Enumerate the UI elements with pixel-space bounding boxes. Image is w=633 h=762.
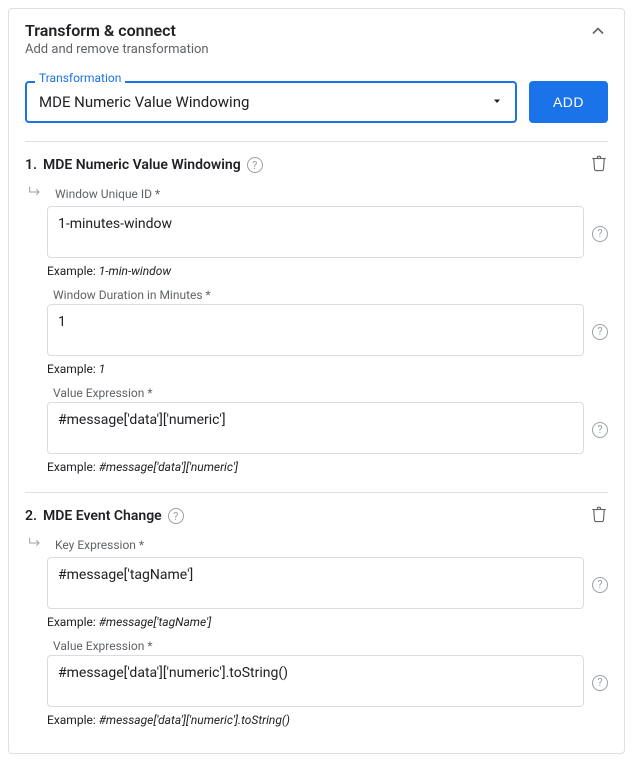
- field-group: #message['tagName']? Example: #message['t…: [47, 557, 608, 629]
- field-input[interactable]: #message['tagName']: [47, 557, 584, 609]
- example-value: #message['tagName']: [99, 615, 211, 629]
- sub-arrow-icon: [27, 184, 43, 204]
- section-number: 1.: [25, 157, 37, 173]
- example-label: Example:: [47, 362, 96, 376]
- section-help-icon[interactable]: ?: [247, 157, 263, 173]
- section-title: MDE Numeric Value Windowing: [43, 157, 241, 173]
- field-label: Key Expression *: [49, 538, 144, 552]
- section-title-wrap: 2. MDE Event Change?: [25, 508, 184, 524]
- trash-icon: [590, 508, 608, 527]
- section-title: MDE Event Change: [43, 508, 162, 524]
- field-label: Window Unique ID *: [49, 187, 160, 201]
- card-subtitle: Add and remove transformation: [25, 42, 209, 57]
- input-row: 1-minutes-window?: [47, 206, 608, 258]
- delete-button[interactable]: [590, 154, 608, 176]
- chevron-down-icon: [491, 93, 503, 111]
- section-title-wrap: 1. MDE Numeric Value Windowing?: [25, 157, 263, 173]
- section-number: 2.: [25, 508, 37, 524]
- header-text-group: Transform & connect Add and remove trans…: [25, 21, 209, 57]
- field-label: Value Expression *: [47, 386, 608, 400]
- field-input[interactable]: #message['data']['numeric'].toString(): [47, 655, 584, 707]
- transformation-select-wrap: Transformation MDE Numeric Value Windowi…: [25, 81, 517, 123]
- transform-connect-card: Transform & connect Add and remove trans…: [8, 8, 625, 754]
- example-value: 1: [99, 362, 106, 376]
- example-value: #message['data']['numeric'].toString(): [99, 713, 290, 727]
- field-example: Example: #message['data']['numeric']: [47, 460, 608, 474]
- field-help-icon[interactable]: ?: [592, 324, 608, 340]
- field-help-icon[interactable]: ?: [592, 226, 608, 242]
- delete-button[interactable]: [590, 505, 608, 527]
- field-input[interactable]: 1-minutes-window: [47, 206, 584, 258]
- sub-arrow-icon: [27, 535, 43, 555]
- field-help-icon[interactable]: ?: [592, 675, 608, 691]
- field-example: Example: #message['data']['numeric'].toS…: [47, 713, 608, 727]
- card-header: Transform & connect Add and remove trans…: [25, 21, 608, 57]
- example-value: #message['data']['numeric']: [99, 460, 238, 474]
- add-button[interactable]: ADD: [529, 81, 608, 123]
- field-example: Example: #message['tagName']: [47, 615, 608, 629]
- example-label: Example:: [47, 615, 96, 629]
- transformation-select-value: MDE Numeric Value Windowing: [39, 93, 249, 111]
- example-label: Example:: [47, 713, 96, 727]
- field-example: Example: 1: [47, 362, 608, 376]
- field-arrow-row: Window Unique ID *: [25, 184, 608, 204]
- input-row: #message['tagName']?: [47, 557, 608, 609]
- example-label: Example:: [47, 460, 96, 474]
- field-label: Window Duration in Minutes *: [47, 288, 608, 302]
- field-help-icon[interactable]: ?: [592, 577, 608, 593]
- field-arrow-row: Key Expression *: [25, 535, 608, 555]
- trash-icon: [590, 157, 608, 176]
- section-header: 1. MDE Numeric Value Windowing?: [25, 154, 608, 176]
- field-label: Value Expression *: [47, 639, 608, 653]
- card-title: Transform & connect: [25, 21, 209, 40]
- field-group: Value Expression * #message['data']['nume…: [47, 386, 608, 474]
- transformation-select[interactable]: MDE Numeric Value Windowing: [25, 81, 517, 123]
- transformation-section: 2. MDE Event Change? Key Expression * #mess…: [25, 492, 608, 727]
- example-label: Example:: [47, 264, 96, 278]
- field-input[interactable]: 1: [47, 304, 584, 356]
- field-input[interactable]: #message['data']['numeric']: [47, 402, 584, 454]
- example-value: 1-min-window: [99, 264, 171, 278]
- field-help-icon[interactable]: ?: [592, 422, 608, 438]
- chevron-up-icon: [588, 26, 608, 45]
- transformation-select-label: Transformation: [35, 71, 125, 85]
- collapse-button[interactable]: [588, 21, 608, 45]
- field-group: Window Duration in Minutes * 1? Example: 1: [47, 288, 608, 376]
- transformation-selector-row: Transformation MDE Numeric Value Windowi…: [25, 81, 608, 123]
- section-help-icon[interactable]: ?: [168, 508, 184, 524]
- field-example: Example: 1-min-window: [47, 264, 608, 278]
- field-group: Value Expression * #message['data']['nume…: [47, 639, 608, 727]
- section-header: 2. MDE Event Change?: [25, 505, 608, 527]
- transformation-section: 1. MDE Numeric Value Windowing? Window Uni…: [25, 141, 608, 474]
- input-row: #message['data']['numeric'].toString()?: [47, 655, 608, 707]
- field-group: 1-minutes-window? Example: 1-min-window: [47, 206, 608, 278]
- input-row: #message['data']['numeric']?: [47, 402, 608, 454]
- input-row: 1?: [47, 304, 608, 356]
